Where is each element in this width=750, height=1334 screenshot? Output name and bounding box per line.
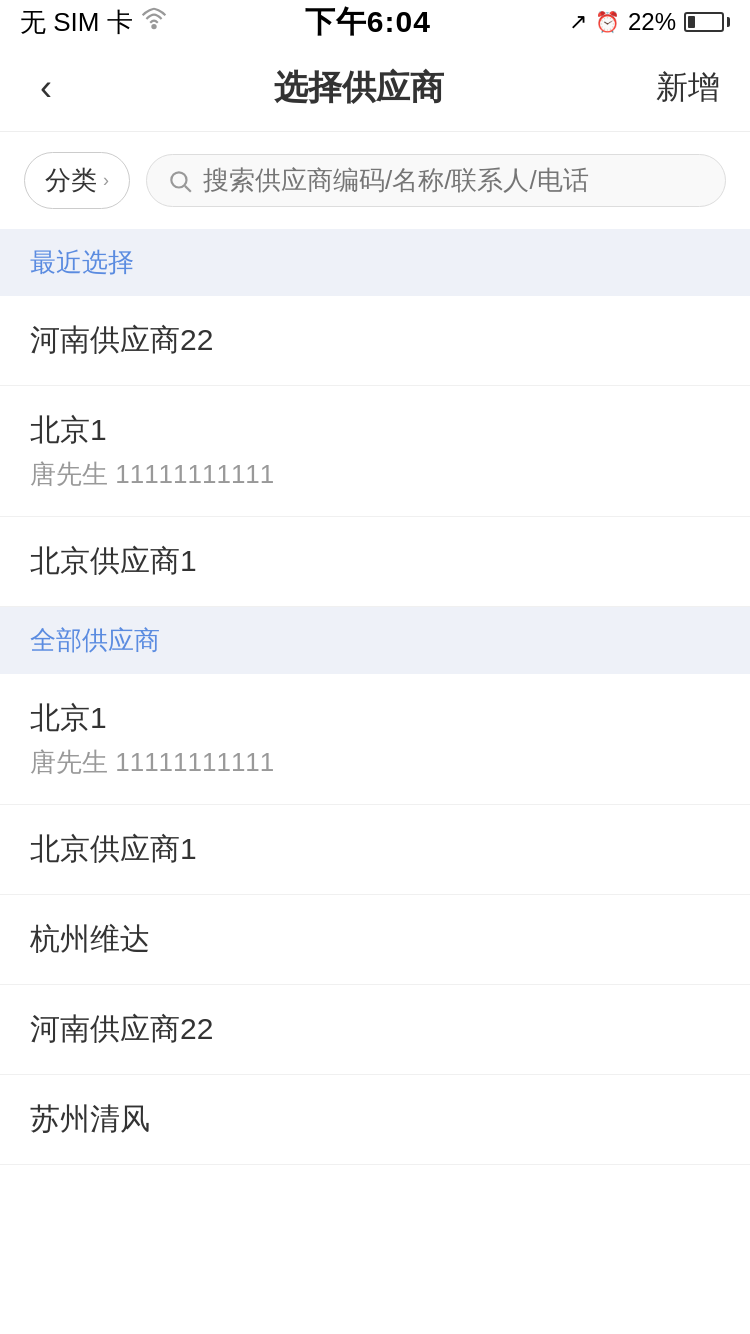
item-name: 北京1 (30, 410, 720, 451)
wifi-icon (141, 6, 167, 39)
battery-percent: 22% (628, 8, 676, 36)
list-item[interactable]: 苏州清风 (0, 1075, 750, 1165)
category-filter-button[interactable]: 分类 › (24, 152, 130, 209)
category-label: 分类 (45, 163, 97, 198)
recent-section-label: 最近选择 (30, 247, 134, 277)
back-button[interactable]: ‹ (30, 57, 62, 119)
search-filter-area: 分类 › (0, 132, 750, 229)
list-item[interactable]: 北京1 唐先生 11111111111 (0, 674, 750, 805)
list-item[interactable]: 河南供应商22 (0, 985, 750, 1075)
item-name: 苏州清风 (30, 1099, 720, 1140)
all-section-header: 全部供应商 (0, 607, 750, 674)
all-section-label: 全部供应商 (30, 625, 160, 655)
list-item[interactable]: 北京供应商1 (0, 805, 750, 895)
svg-point-0 (152, 24, 155, 27)
item-name: 河南供应商22 (30, 1009, 720, 1050)
search-input[interactable] (203, 165, 705, 196)
list-item[interactable]: 北京供应商1 (0, 517, 750, 607)
no-sim-label: 无 SIM 卡 (20, 5, 133, 40)
all-list: 北京1 唐先生 11111111111 北京供应商1 杭州维达 河南供应商22 … (0, 674, 750, 1165)
svg-line-2 (185, 185, 191, 191)
chevron-right-icon: › (103, 170, 109, 191)
item-name: 北京供应商1 (30, 829, 720, 870)
list-item[interactable]: 北京1 唐先生 11111111111 (0, 386, 750, 517)
recent-section-header: 最近选择 (0, 229, 750, 296)
add-button[interactable]: 新增 (656, 66, 720, 110)
list-item[interactable]: 杭州维达 (0, 895, 750, 985)
item-name: 北京1 (30, 698, 720, 739)
item-name: 北京供应商1 (30, 541, 720, 582)
svg-point-1 (171, 172, 186, 187)
item-sub: 唐先生 11111111111 (30, 457, 720, 492)
page-title: 选择供应商 (274, 65, 444, 111)
location-icon: ↗ (569, 9, 587, 35)
item-name: 杭州维达 (30, 919, 720, 960)
item-sub: 唐先生 11111111111 (30, 745, 720, 780)
item-name: 河南供应商22 (30, 320, 720, 361)
status-time: 下午6:04 (305, 2, 431, 43)
nav-bar: ‹ 选择供应商 新增 (0, 44, 750, 132)
list-item[interactable]: 河南供应商22 (0, 296, 750, 386)
status-bar: 无 SIM 卡 下午6:04 ↗ ⏰ 22% (0, 0, 750, 44)
search-box[interactable] (146, 154, 726, 207)
alarm-icon: ⏰ (595, 10, 620, 34)
search-icon (167, 168, 193, 194)
recent-list: 河南供应商22 北京1 唐先生 11111111111 北京供应商1 (0, 296, 750, 607)
status-left: 无 SIM 卡 (20, 5, 167, 40)
status-right: ↗ ⏰ 22% (569, 8, 730, 36)
battery-icon (684, 12, 730, 32)
